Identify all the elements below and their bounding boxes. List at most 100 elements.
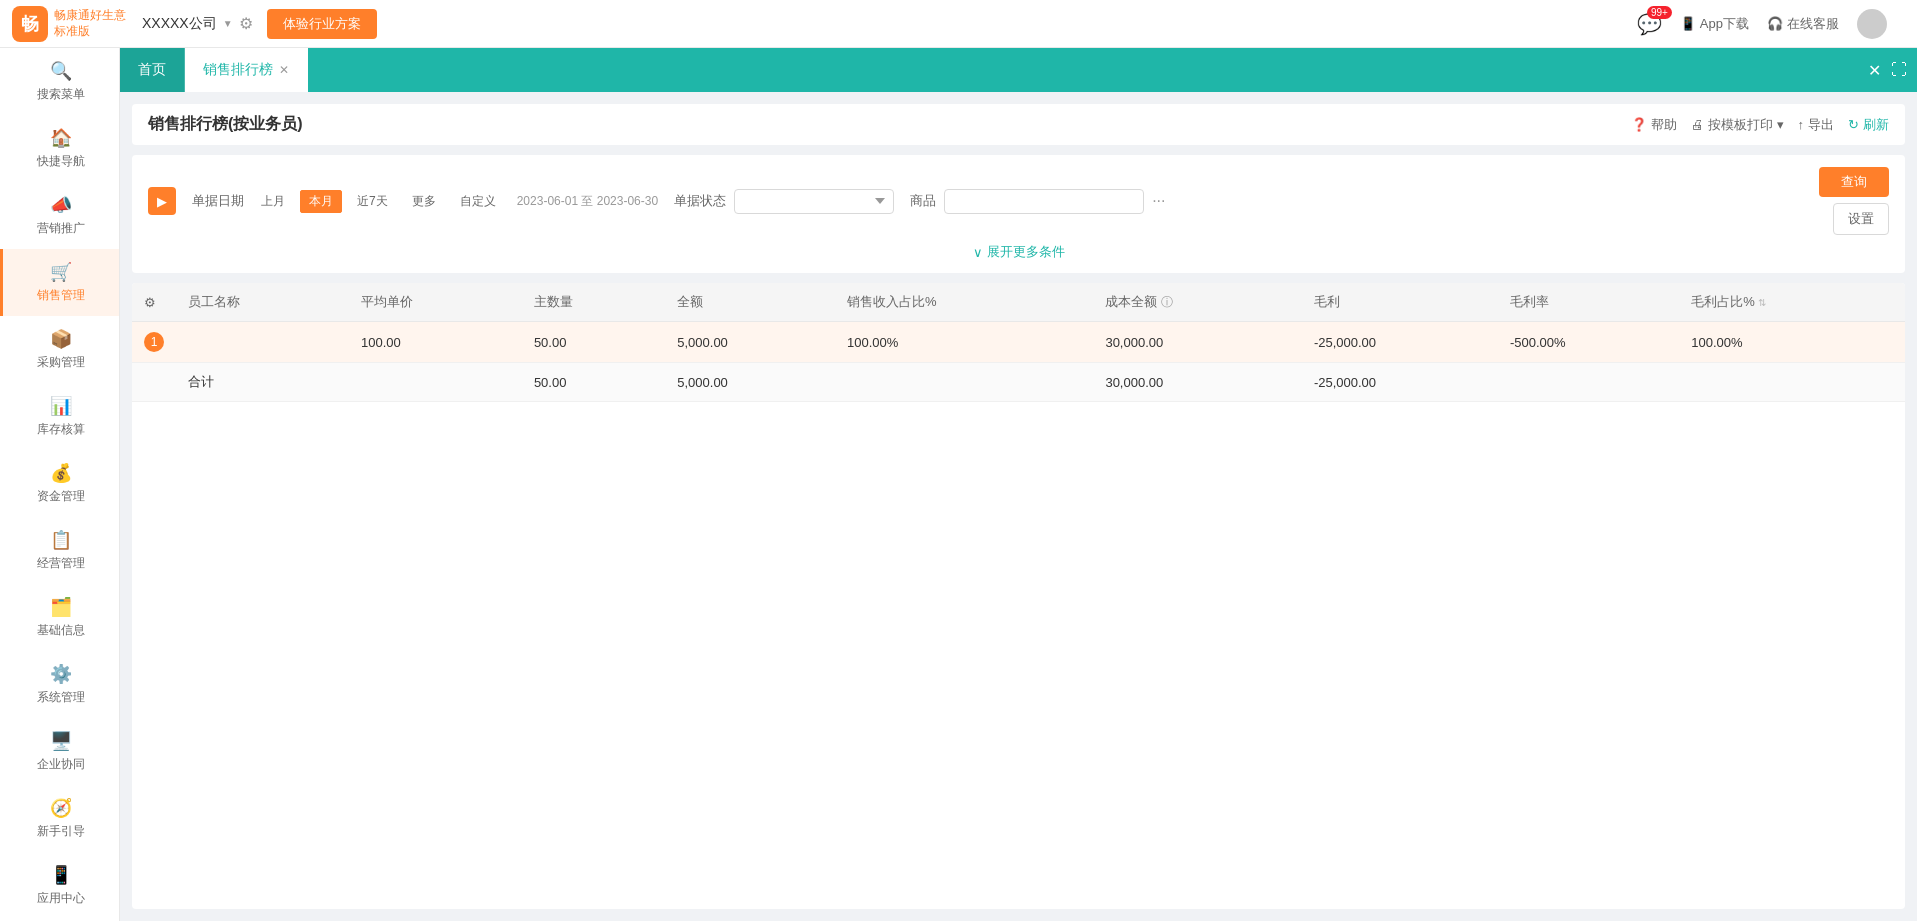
filter-bar: ▶ 单据日期 上月 本月 近7天 更多 自定义 2023-06-01 至 202… [132, 155, 1905, 273]
help-icon: ❓ [1631, 117, 1647, 132]
table-wrapper: ⚙ 员工名称 平均单价 主数量 [132, 283, 1905, 909]
print-chevron-icon: ▾ [1777, 117, 1784, 132]
date-tab-more[interactable]: 更多 [403, 190, 445, 213]
footer-gross-pct [1679, 363, 1905, 402]
sidebar-item-search-order[interactable]: 🔍 搜索菜单 [0, 48, 119, 115]
cost-info-icon[interactable]: ⓘ [1161, 295, 1173, 309]
app-download-btn[interactable]: 📱 App下载 [1680, 15, 1749, 33]
table-footer: 合计 50.00 5,000.00 30,000.00 -25,000.00 [132, 363, 1905, 402]
tab-close-all-icon[interactable]: ✕ [1868, 61, 1881, 80]
system-icon: ⚙️ [50, 663, 72, 685]
basic-icon: 🗂️ [50, 596, 72, 618]
col-employee: 员工名称 [176, 283, 349, 322]
filter-settings-button[interactable]: 设置 [1833, 203, 1889, 235]
app-download-icon: 📱 [1680, 16, 1696, 31]
gross-pct-sort-icon[interactable]: ⇅ [1758, 297, 1766, 308]
page-header: 销售排行榜(按业务员) ❓ 帮助 🖨 按模板打印 ▾ ↑ 导出 [132, 104, 1905, 145]
tab-right-area: ✕ ⛶ [1868, 61, 1917, 80]
cell-amount: 5,000.00 [665, 322, 835, 363]
tab-fullscreen-icon[interactable]: ⛶ [1891, 61, 1907, 80]
sidebar-item-enterprise[interactable]: 🖥️ 企业协同 [0, 718, 119, 785]
goods-ellipsis-icon[interactable]: ··· [1152, 192, 1165, 210]
table-body: 1 100.00 50.00 5,000.00 100.00% 30,000.0… [132, 322, 1905, 363]
cell-gross-rate: -500.00% [1498, 322, 1679, 363]
tab-close-icon[interactable]: ✕ [279, 63, 289, 77]
date-tab-custom[interactable]: 自定义 [451, 190, 505, 213]
settings-icon[interactable]: ⚙ [239, 14, 253, 33]
goods-input[interactable] [944, 189, 1144, 214]
date-tab-last-month[interactable]: 上月 [252, 190, 294, 213]
template-print-button[interactable]: 🖨 按模板打印 ▾ [1691, 116, 1784, 134]
online-service-btn[interactable]: 🎧 在线客服 [1767, 15, 1839, 33]
company-name: XXXXX公司 [142, 15, 217, 33]
operation-icon: 📋 [50, 529, 72, 551]
expand-more-btn[interactable]: ∨ 展开更多条件 [148, 243, 1889, 261]
refresh-icon: ↻ [1848, 117, 1859, 132]
avatar[interactable] [1857, 9, 1887, 39]
date-tab-7days[interactable]: 近7天 [348, 190, 397, 213]
sales-rank-tab-label: 销售排行榜 [203, 61, 273, 79]
logo-text: 畅康通好生意 标准版 [54, 8, 126, 39]
col-cost: 成本全额 ⓘ [1093, 283, 1301, 322]
filter-toggle-btn[interactable]: ▶ [148, 187, 176, 215]
data-table: ⚙ 员工名称 平均单价 主数量 [132, 283, 1905, 402]
headset-icon: 🎧 [1767, 16, 1783, 31]
col-gross-rate: 毛利率 [1498, 283, 1679, 322]
notification-area[interactable]: 💬 99+ [1637, 12, 1662, 36]
goods-label: 商品 [910, 192, 936, 210]
status-select[interactable] [734, 189, 894, 214]
tab-sales-rank[interactable]: 销售排行榜 ✕ [185, 48, 308, 92]
footer-amount: 5,000.00 [665, 363, 835, 402]
sidebar-item-purchase[interactable]: 📦 采购管理 [0, 316, 119, 383]
enterprise-icon: 🖥️ [50, 730, 72, 752]
sales-icon: 🛒 [50, 261, 72, 283]
cell-sales-pct: 100.00% [835, 322, 1093, 363]
main-layout: 🔍 搜索菜单 🏠 快捷导航 📣 营销推广 🛒 销售管理 📦 采购管理 📊 库存核… [0, 48, 1917, 921]
sidebar-item-operation[interactable]: 📋 经营管理 [0, 517, 119, 584]
table-header-row: ⚙ 员工名称 平均单价 主数量 [132, 283, 1905, 322]
sidebar-item-marketing[interactable]: 📣 营销推广 [0, 182, 119, 249]
help-button[interactable]: ❓ 帮助 [1631, 116, 1677, 134]
query-button[interactable]: 查询 [1819, 167, 1889, 197]
col-settings[interactable]: ⚙ [132, 283, 176, 322]
expand-icon: ∨ [973, 245, 983, 260]
sidebar-item-system[interactable]: ⚙️ 系统管理 [0, 651, 119, 718]
cell-rank: 1 [132, 322, 176, 363]
sidebar-item-sales[interactable]: 🛒 销售管理 [0, 249, 119, 316]
col-gross-pct: 毛利占比% ⇅ [1679, 283, 1905, 322]
sidebar-item-inventory[interactable]: 📊 库存核算 [0, 383, 119, 450]
print-icon: 🖨 [1691, 117, 1704, 132]
tab-home[interactable]: 首页 [120, 48, 185, 92]
sidebar-item-guide[interactable]: 🧭 新手引导 [0, 785, 119, 852]
cell-employee [176, 322, 349, 363]
export-button[interactable]: ↑ 导出 [1798, 116, 1835, 134]
page-content: 销售排行榜(按业务员) ❓ 帮助 🖨 按模板打印 ▾ ↑ 导出 [120, 92, 1917, 921]
sidebar: 🔍 搜索菜单 🏠 快捷导航 📣 营销推广 🛒 销售管理 📦 采购管理 📊 库存核… [0, 48, 120, 921]
finance-icon: 💰 [50, 462, 72, 484]
home-icon: 🏠 [50, 127, 72, 149]
col-qty: 主数量 [522, 283, 665, 322]
company-selector[interactable]: XXXXX公司 ▼ [142, 15, 233, 33]
export-icon: ↑ [1798, 117, 1805, 132]
sidebar-item-finance[interactable]: 💰 资金管理 [0, 450, 119, 517]
sidebar-item-app-center[interactable]: 📱 应用中心 [0, 852, 119, 919]
sidebar-item-basic[interactable]: 🗂️ 基础信息 [0, 584, 119, 651]
tab-bar: 首页 销售排行榜 ✕ ✕ ⛶ [120, 48, 1917, 92]
date-range-text: 2023-06-01 至 2023-06-30 [517, 193, 658, 210]
date-tab-this-month[interactable]: 本月 [300, 190, 342, 213]
content-area: 首页 销售排行榜 ✕ ✕ ⛶ 销售排行榜(按业务员) ❓ 帮助 [120, 48, 1917, 921]
purchase-icon: 📦 [50, 328, 72, 350]
col-settings-icon[interactable]: ⚙ [144, 295, 156, 310]
refresh-button[interactable]: ↻ 刷新 [1848, 116, 1889, 134]
footer-gross-rate [1498, 363, 1679, 402]
try-industry-button[interactable]: 体验行业方案 [267, 9, 377, 39]
table-footer-row: 合计 50.00 5,000.00 30,000.00 -25,000.00 [132, 363, 1905, 402]
cell-gross-pct: 100.00% [1679, 322, 1905, 363]
footer-sales-pct [835, 363, 1093, 402]
sidebar-item-quick-nav[interactable]: 🏠 快捷导航 [0, 115, 119, 182]
status-label: 单据状态 [674, 192, 726, 210]
col-avg-price: 平均单价 [349, 283, 522, 322]
home-tab-label: 首页 [138, 61, 166, 79]
filter-row-1: ▶ 单据日期 上月 本月 近7天 更多 自定义 2023-06-01 至 202… [148, 167, 1889, 235]
col-sales-pct: 销售收入占比% [835, 283, 1093, 322]
